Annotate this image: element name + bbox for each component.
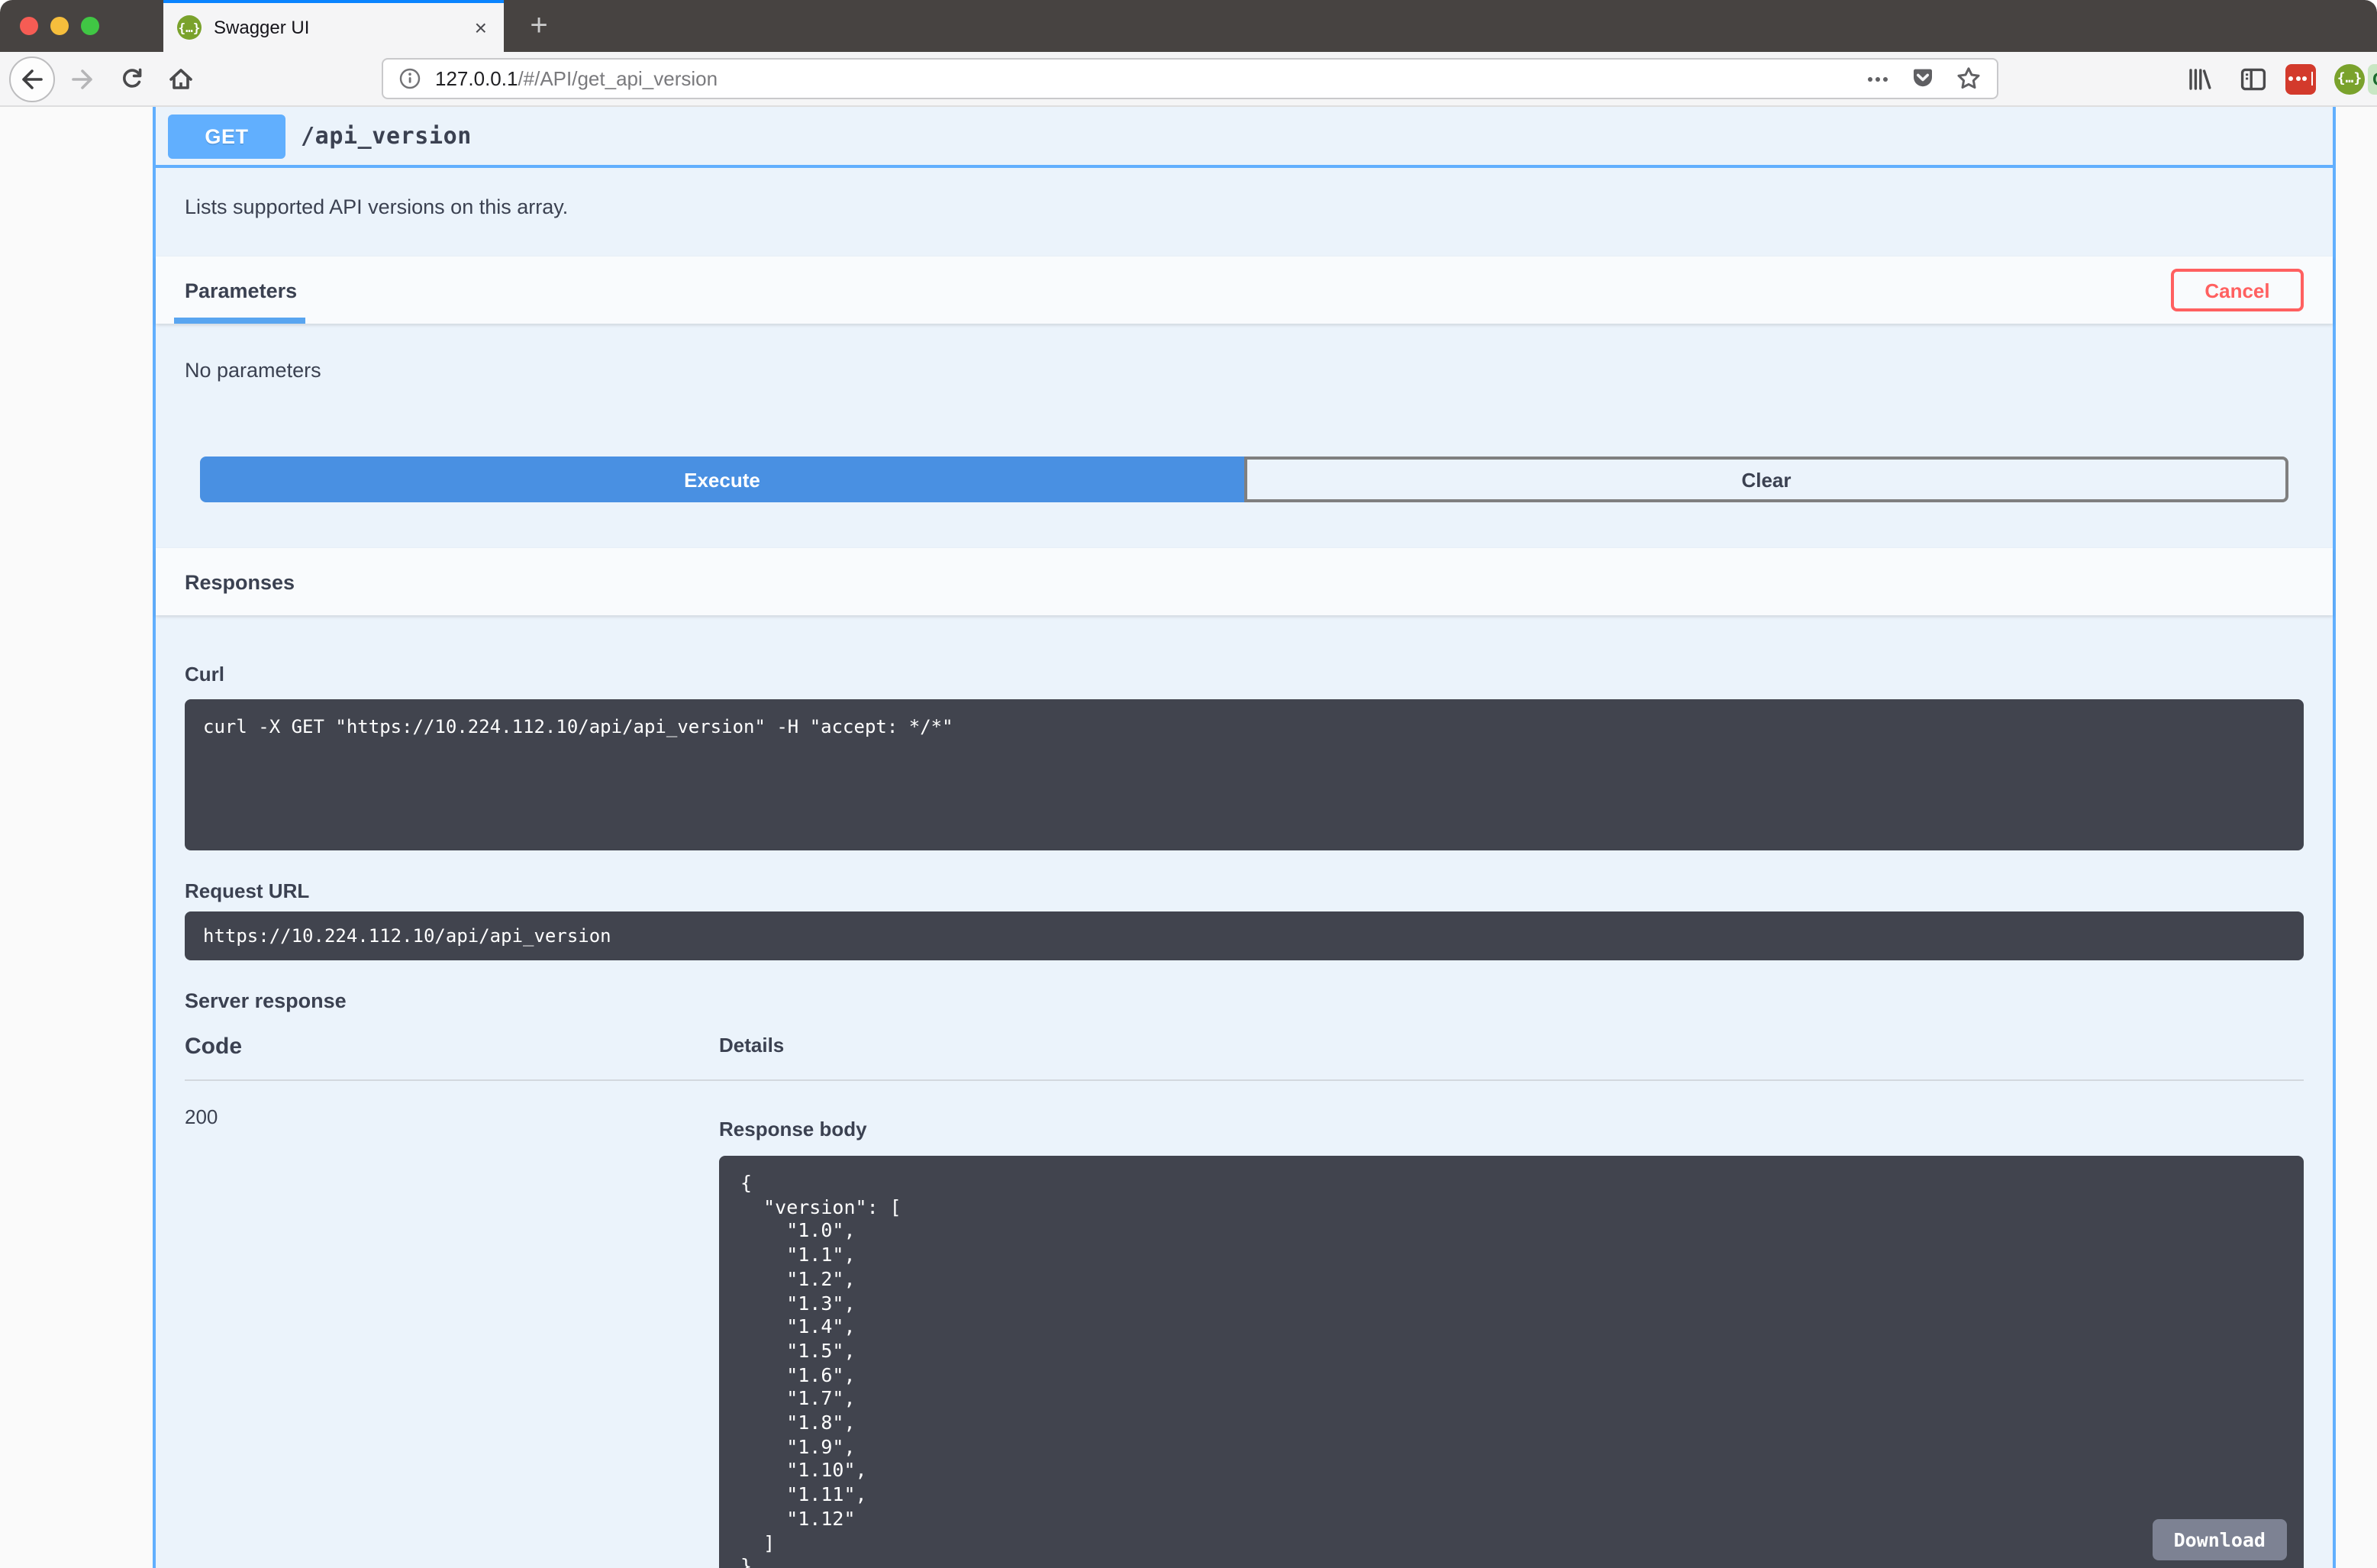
library-icon	[2186, 66, 2214, 92]
clear-button[interactable]: Clear	[1244, 457, 2288, 502]
close-window-button[interactable]	[20, 17, 38, 35]
tab-bar: {…} Swagger UI × +	[0, 0, 2377, 52]
server-response-table: Code Details 200 Response body { "versio…	[185, 1034, 2304, 1568]
curl-label: Curl	[185, 615, 2304, 686]
server-response-label: Server response	[185, 989, 2304, 1012]
back-arrow-icon	[20, 66, 44, 91]
address-bar[interactable]: 127.0.0.1/#/API/get_api_version	[382, 58, 1998, 99]
zoom-window-button[interactable]	[81, 17, 99, 35]
response-table-header: Code Details	[185, 1034, 2304, 1060]
lastpass-extension-icon[interactable]	[2285, 63, 2316, 94]
url-host: 127.0.0.1	[435, 67, 518, 90]
swagger-page-content: GET /api_version Lists supported API ver…	[0, 107, 2377, 1568]
pocket-icon[interactable]	[1910, 66, 1936, 92]
minimize-window-button[interactable]	[50, 17, 69, 35]
responses-title: Responses	[185, 570, 295, 593]
page-actions-icon[interactable]	[1866, 66, 1890, 91]
endpoint-description: Lists supported API versions on this arr…	[156, 168, 2333, 256]
response-body-block: { "version": [ "1.0", "1.1", "1.2", "1.3…	[719, 1156, 2304, 1568]
library-button[interactable]	[2186, 66, 2214, 92]
request-url-label: Request URL	[185, 879, 2304, 902]
parameters-body: No parameters	[156, 324, 2333, 412]
response-body-label: Response body	[719, 1081, 2304, 1141]
sidebar-icon	[2240, 66, 2267, 92]
active-tab-underline	[174, 318, 305, 324]
partial-extension-icon[interactable]: C	[2368, 64, 2377, 95]
method-get-badge: GET	[168, 114, 285, 158]
home-icon	[168, 66, 194, 92]
forward-button[interactable]	[70, 66, 95, 91]
execute-row: Execute Clear	[156, 412, 2333, 548]
close-tab-icon[interactable]: ×	[472, 15, 490, 40]
responses-section-header: Responses	[156, 548, 2333, 615]
forward-arrow-icon	[70, 66, 95, 91]
window-controls	[20, 17, 99, 35]
download-button[interactable]: Download	[2153, 1519, 2287, 1560]
reload-button[interactable]	[119, 66, 145, 92]
sidebars-button[interactable]	[2240, 66, 2267, 92]
home-button[interactable]	[168, 66, 194, 92]
reload-icon	[119, 66, 145, 92]
status-code: 200	[185, 1081, 719, 1568]
execute-button[interactable]: Execute	[200, 457, 1244, 502]
parameters-title: Parameters	[185, 279, 297, 302]
tab-title: Swagger UI	[214, 17, 472, 38]
request-url-value: https://10.224.112.10/api/api_version	[185, 911, 2304, 960]
response-row-200: 200 Response body { "version": [ "1.0", …	[185, 1081, 2304, 1568]
browser-tab-swagger-ui[interactable]: {…} Swagger UI ×	[163, 0, 504, 52]
opblock-get-api-version: GET /api_version Lists supported API ver…	[153, 107, 2336, 1568]
url-path: /#/API/get_api_version	[518, 67, 718, 90]
bookmark-star-icon[interactable]	[1956, 66, 1982, 92]
endpoint-path: /api_version	[301, 122, 472, 150]
opblock-summary[interactable]: GET /api_version	[156, 107, 2333, 168]
back-button[interactable]	[9, 56, 55, 102]
swagger-extension-icon[interactable]: {…}	[2334, 63, 2365, 94]
new-tab-button[interactable]: +	[513, 0, 565, 52]
responses-body: Curl curl -X GET "https://10.224.112.10/…	[156, 615, 2333, 1568]
curl-command-block: curl -X GET "https://10.224.112.10/api/a…	[185, 699, 2304, 850]
site-info-icon[interactable]	[398, 67, 421, 90]
swagger-favicon-icon: {…}	[177, 15, 202, 40]
code-column-header: Code	[185, 1034, 719, 1060]
response-body-json: { "version": [ "1.0", "1.1", "1.2", "1.3…	[740, 1171, 2282, 1568]
cancel-button[interactable]: Cancel	[2171, 269, 2304, 311]
details-column-header: Details	[719, 1034, 2304, 1060]
parameters-section-header: Parameters Cancel	[156, 256, 2333, 324]
browser-window: {…} Swagger UI × +	[0, 0, 2377, 1568]
navigation-toolbar: 127.0.0.1/#/API/get_api_version	[0, 52, 2377, 107]
no-parameters-message: No parameters	[185, 359, 321, 382]
